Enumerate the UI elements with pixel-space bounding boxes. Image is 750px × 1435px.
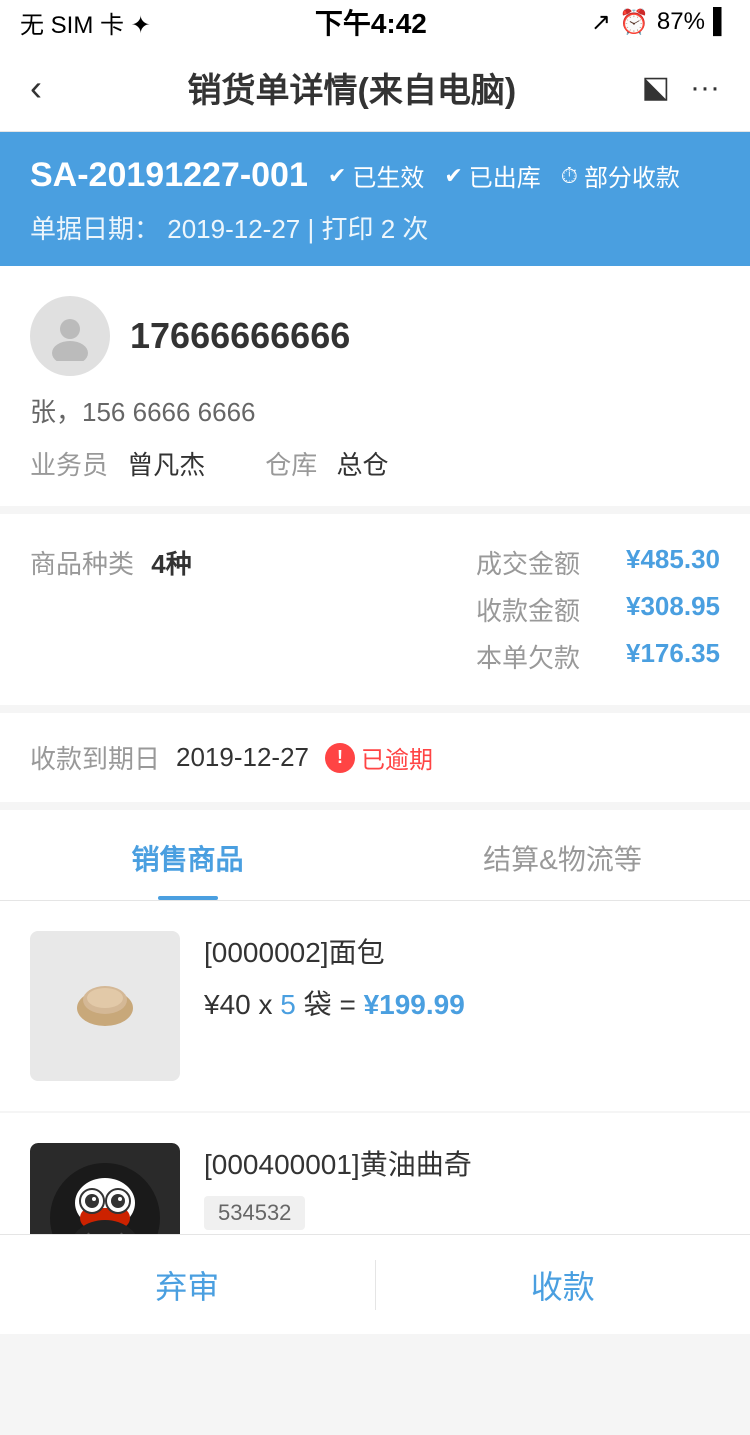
sales-value: 曾凡杰 (127, 450, 205, 480)
owed-value: ¥176.35 (600, 638, 720, 675)
customer-name: 张，156 6666 6666 (30, 392, 720, 429)
check-icon-1: ✔ (328, 163, 346, 189)
due-date-section: 收款到期日 2019-12-27 ! 已逾期 (0, 713, 750, 810)
overdue-icon: ! (325, 743, 355, 773)
overdue-badge: ! 已逾期 (325, 740, 433, 775)
product-name-2: [000400001]黄油曲奇 (204, 1143, 720, 1183)
date-label: 单据日期： (30, 214, 160, 244)
category-info: 商品种类 4种 (30, 544, 192, 581)
print-label: 打印 (321, 214, 373, 244)
battery-icon: ▌ (713, 8, 730, 36)
cancel-review-button[interactable]: 弃审 (0, 1242, 375, 1328)
product-eq-1: = (339, 989, 363, 1020)
check-icon-2: ✔ (444, 163, 462, 189)
received-row: 收款金额 ¥308.95 (476, 591, 720, 628)
share-icon[interactable]: ⬕ (642, 70, 670, 105)
overdue-text: 已逾期 (361, 740, 433, 775)
nav-right-actions: ⬕ ··· (642, 70, 720, 105)
product-price-row-1: ¥40 x 5 袋 = ¥199.99 (204, 983, 720, 1023)
product-info-1: [0000002]面包 ¥40 x 5 袋 = ¥199.99 (204, 931, 720, 1023)
owed-label: 本单欠款 (476, 638, 580, 675)
product-total-1: ¥199.99 (364, 989, 465, 1020)
product-multiply-1: x (259, 989, 281, 1020)
status-left: 无 SIM 卡 ✦ (20, 5, 151, 40)
nav-bar: ‹ 销货单详情(来自电脑) ⬕ ··· (0, 44, 750, 132)
amount-row: 成交金额 ¥485.30 (476, 544, 720, 581)
sales-label: 业务员 (30, 450, 108, 480)
print-count: 2 次 (381, 214, 429, 244)
customer-row: 17666666666 (30, 296, 720, 376)
tab-settlement-label: 结算&物流等 (483, 844, 642, 875)
alarm-icon: ⏰ (619, 8, 649, 37)
status-bar: 无 SIM 卡 ✦ 下午4:42 ↗ ⏰ 87% ▌ (0, 0, 750, 44)
summary-section: 商品种类 4种 成交金额 ¥485.30 收款金额 ¥308.95 本单欠款 ¥… (0, 514, 750, 713)
battery-text: 87% (657, 8, 705, 36)
bread-icon (65, 966, 145, 1046)
bread-image-placeholder (30, 931, 180, 1081)
sales-person: 业务员 曾凡杰 (30, 445, 205, 482)
page-title: 销货单详情(来自电脑) (62, 63, 642, 112)
avatar (30, 296, 110, 376)
financial-summary: 成交金额 ¥485.30 收款金额 ¥308.95 本单欠款 ¥176.35 (476, 544, 720, 675)
product-unit-price-1: ¥40 (204, 989, 251, 1020)
received-value: ¥308.95 (600, 591, 720, 628)
back-button[interactable]: ‹ (30, 67, 62, 109)
badge-partial-text: 部分收款 (584, 158, 680, 193)
more-icon[interactable]: ··· (690, 71, 720, 105)
customer-phone: 17666666666 (130, 315, 350, 357)
product-qty-1: 5 (280, 989, 296, 1020)
order-id-row: SA-20191227-001 ✔ 已生效 ✔ 已出库 ⏱ 部分收款 (30, 156, 720, 195)
badge-partial: ⏱ 部分收款 (561, 158, 680, 193)
amount-label: 成交金额 (476, 544, 580, 581)
bottom-bar: 弃审 收款 (0, 1234, 750, 1334)
product-unit-1: 袋 (304, 989, 332, 1020)
order-date-row: 单据日期： 2019-12-27 | 打印 2 次 (30, 209, 720, 246)
customer-meta: 业务员 曾凡杰 仓库 总仓 (30, 445, 720, 482)
product-name-1: [0000002]面包 (204, 931, 720, 971)
received-label: 收款金额 (476, 591, 580, 628)
category-value: 4种 (151, 549, 191, 579)
badge-shipped-text: 已出库 (469, 158, 541, 193)
due-date-value: 2019-12-27 (176, 742, 309, 773)
date-value: 2019-12-27 (167, 214, 300, 244)
status-time: 下午4:42 (315, 2, 427, 42)
badge-shipped: ✔ 已出库 (444, 158, 540, 193)
status-right: ↗ ⏰ 87% ▌ (591, 8, 730, 37)
warehouse: 仓库 总仓 (265, 445, 388, 482)
customer-section: 17666666666 张，156 6666 6666 业务员 曾凡杰 仓库 总… (0, 266, 750, 514)
product-tag-2: 534532 (204, 1196, 305, 1230)
warehouse-label: 仓库 (265, 450, 317, 480)
badge-effected-text: 已生效 (352, 158, 424, 193)
collect-button[interactable]: 收款 (376, 1242, 750, 1328)
location-icon: ↗ (591, 8, 611, 37)
warehouse-value: 总仓 (337, 450, 389, 480)
product-item-1: [0000002]面包 ¥40 x 5 袋 = ¥199.99 (0, 901, 750, 1111)
order-id: SA-20191227-001 (30, 156, 308, 195)
tab-products-label: 销售商品 (131, 844, 243, 875)
amount-value: ¥485.30 (600, 544, 720, 581)
avatar-icon (45, 311, 95, 361)
badge-effected: ✔ 已生效 (328, 158, 424, 193)
print-separator: | (307, 214, 321, 244)
tabs-section: 销售商品 结算&物流等 (0, 810, 750, 901)
category-label: 商品种类 (30, 549, 134, 579)
tab-products[interactable]: 销售商品 (0, 810, 375, 900)
clock-icon: ⏱ (561, 163, 578, 189)
no-sim-text: 无 SIM 卡 ✦ (20, 5, 151, 40)
tab-settlement[interactable]: 结算&物流等 (375, 810, 750, 900)
order-header: SA-20191227-001 ✔ 已生效 ✔ 已出库 ⏱ 部分收款 单据日期：… (0, 132, 750, 266)
due-label: 收款到期日 (30, 739, 160, 776)
product-image-1 (30, 931, 180, 1081)
owed-row: 本单欠款 ¥176.35 (476, 638, 720, 675)
